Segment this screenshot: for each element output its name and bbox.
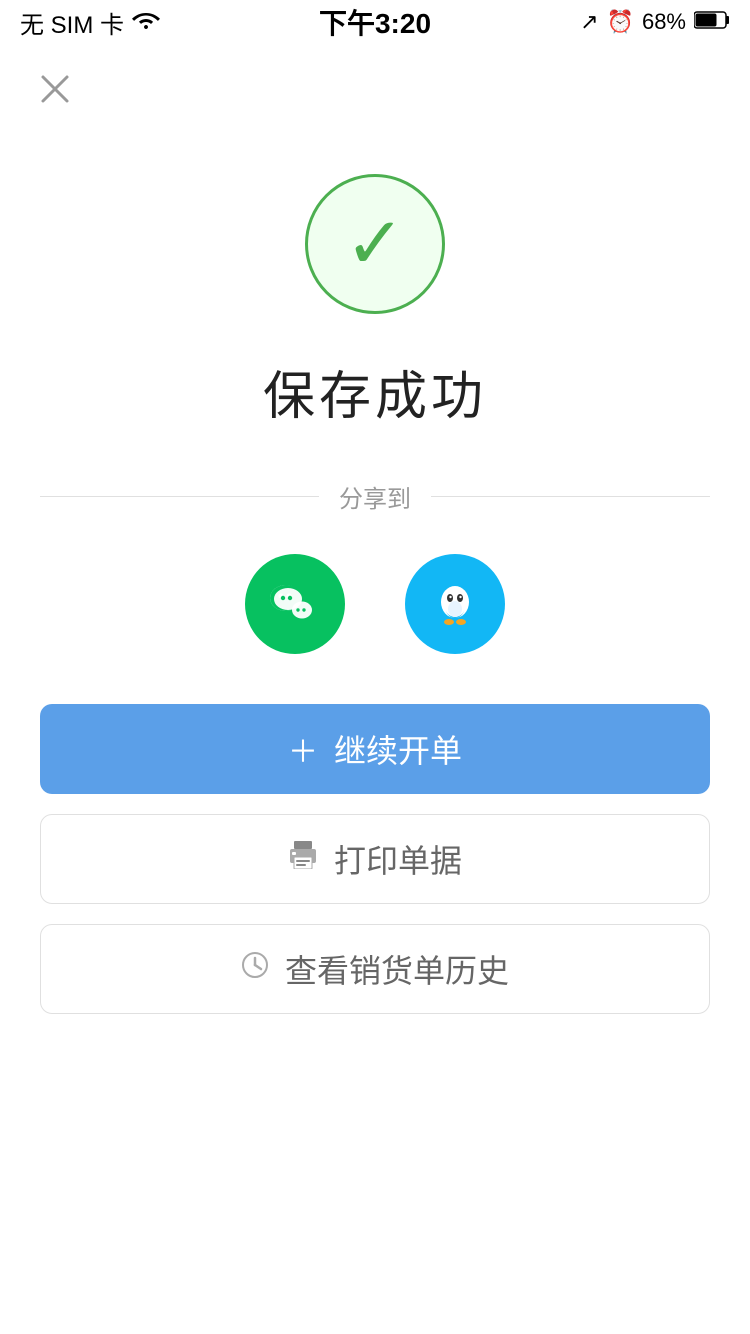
sim-status: 无 SIM 卡 bbox=[20, 5, 124, 40]
success-icon-wrap: ✓ bbox=[305, 174, 445, 314]
main-content: ✓ 保存成功 分享到 bbox=[0, 134, 750, 1334]
history-button[interactable]: 查看销货单历史 bbox=[40, 924, 710, 1014]
close-button[interactable] bbox=[30, 64, 80, 114]
status-left: 无 SIM 卡 bbox=[20, 5, 160, 40]
continue-label: 继续开单 bbox=[334, 726, 462, 772]
printer-icon bbox=[288, 841, 318, 877]
checkmark-icon: ✓ bbox=[345, 208, 405, 280]
status-right: ↗ ⏰ 68% bbox=[580, 9, 730, 35]
divider-right bbox=[431, 496, 710, 497]
actions: ＋ 继续开单 打印单据 bbox=[40, 704, 710, 1014]
qq-share-button[interactable] bbox=[405, 554, 505, 654]
share-section: 分享到 bbox=[40, 479, 710, 654]
continue-button[interactable]: ＋ 继续开单 bbox=[40, 704, 710, 794]
close-area bbox=[0, 44, 750, 134]
plus-icon: ＋ bbox=[288, 727, 318, 771]
print-button[interactable]: 打印单据 bbox=[40, 814, 710, 904]
share-divider: 分享到 bbox=[40, 479, 710, 514]
battery-icon bbox=[694, 9, 730, 35]
alarm-icon: ⏰ bbox=[607, 9, 634, 35]
share-label: 分享到 bbox=[339, 479, 411, 514]
status-bar: 无 SIM 卡 下午3:20 ↗ ⏰ 68% bbox=[0, 0, 750, 44]
history-label: 查看销货单历史 bbox=[285, 946, 509, 992]
status-time: 下午3:20 bbox=[319, 2, 431, 42]
battery-percent: 68% bbox=[642, 9, 686, 35]
share-icons bbox=[40, 554, 710, 654]
wechat-share-button[interactable] bbox=[245, 554, 345, 654]
success-title: 保存成功 bbox=[263, 354, 487, 429]
wifi-icon bbox=[132, 8, 160, 36]
divider-left bbox=[40, 496, 319, 497]
location-icon: ↗ bbox=[580, 9, 598, 35]
print-label: 打印单据 bbox=[334, 836, 462, 882]
clock-icon bbox=[241, 951, 269, 987]
